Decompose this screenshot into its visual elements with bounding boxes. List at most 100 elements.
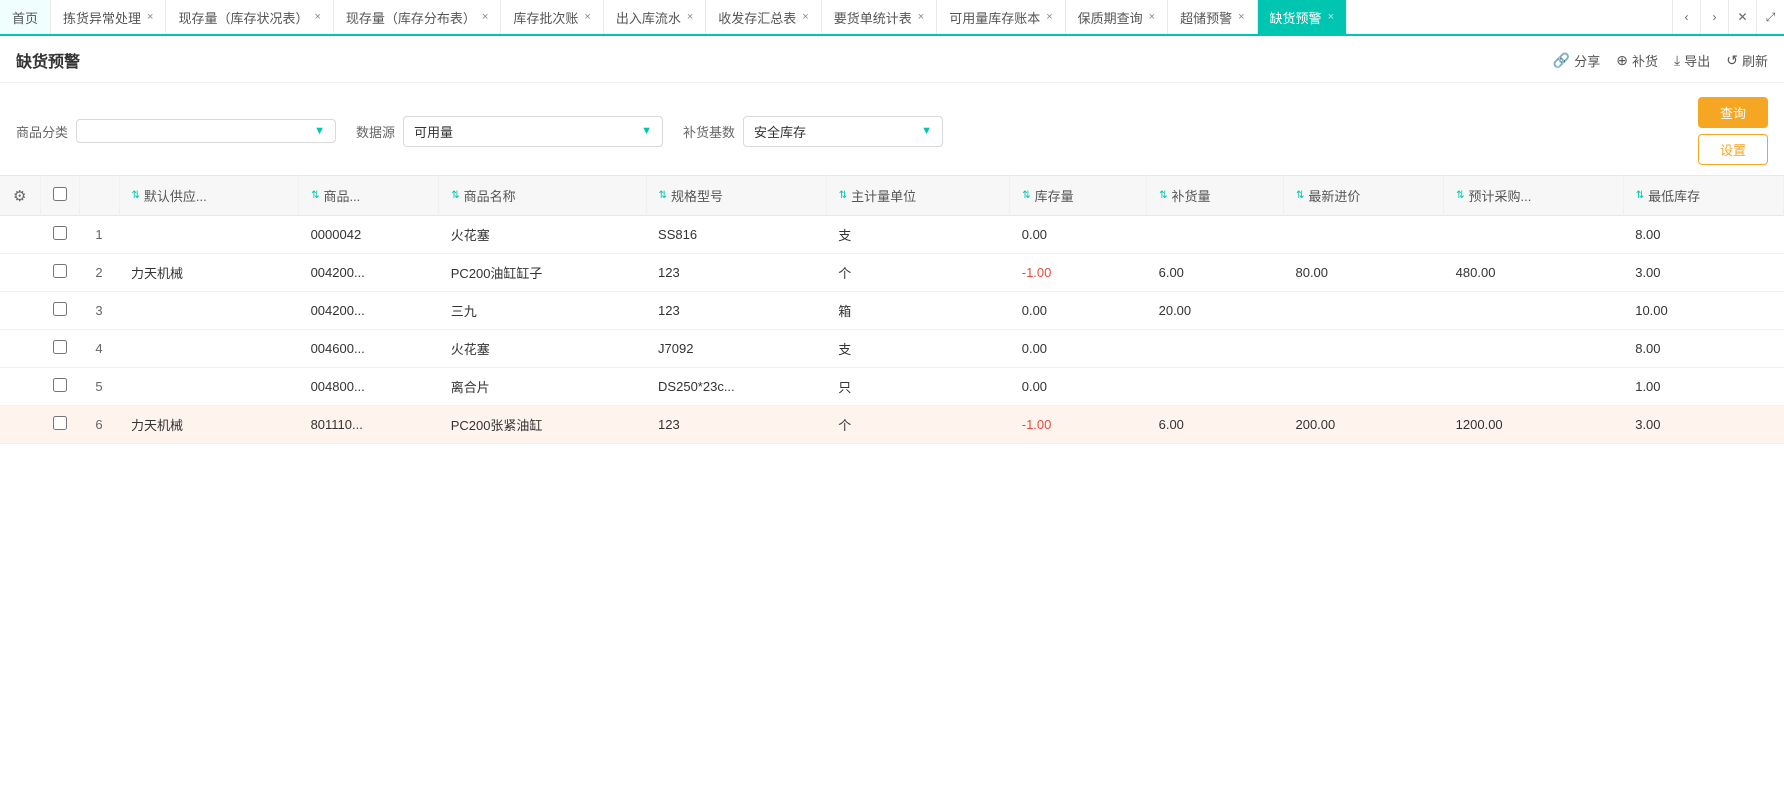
row-latest-price xyxy=(1283,368,1443,406)
tab-close-receive-summary[interactable]: × xyxy=(802,11,808,23)
tab-close-inventory-dist[interactable]: × xyxy=(482,11,488,23)
row-product-name: 三九 xyxy=(439,292,646,330)
row-number: 3 xyxy=(79,292,119,330)
replenish-basis-dropdown-icon: ▼ xyxy=(921,125,932,137)
tab-close-inout-flow[interactable]: × xyxy=(687,11,693,23)
row-gear-cell xyxy=(0,330,40,368)
row-latest-price xyxy=(1283,216,1443,254)
sort-icon-product-name: ⇅ xyxy=(451,190,459,201)
table-row: 1 0000042 火花塞 SS816 支 0.00 8.00 xyxy=(0,216,1784,254)
row-checkbox-4[interactable] xyxy=(53,378,67,392)
row-supplier: 力天机械 xyxy=(119,406,299,444)
tab-overstock[interactable]: 超储预警 × xyxy=(1168,0,1257,35)
row-min-stock: 3.00 xyxy=(1623,254,1783,292)
query-button[interactable]: 查询 xyxy=(1698,97,1768,128)
tab-close-stockout[interactable]: × xyxy=(1328,11,1334,23)
tab-close-batch-account[interactable]: × xyxy=(584,11,590,23)
page-content: 缺货预警 🔗 分享 ⊕ 补货 ⤓ 导出 ↺ 刷新 商品分类 xyxy=(0,36,1784,796)
sort-icon-stock: ⇅ xyxy=(1022,190,1030,201)
header-actions: 🔗 分享 ⊕ 补货 ⤓ 导出 ↺ 刷新 xyxy=(1553,51,1768,70)
replenish-basis-select[interactable]: 安全库存 ▼ xyxy=(743,116,943,147)
row-checkbox-2[interactable] xyxy=(53,302,67,316)
row-checkbox-0[interactable] xyxy=(53,226,67,240)
sort-icon-product-code: ⇅ xyxy=(311,190,319,201)
tab-close-order-stats[interactable]: × xyxy=(918,11,924,23)
row-supplier: 力天机械 xyxy=(119,254,299,292)
row-checkbox-5[interactable] xyxy=(53,416,67,430)
refresh-button[interactable]: ↺ 刷新 xyxy=(1726,51,1768,70)
row-gear-cell xyxy=(0,292,40,330)
row-checkbox-cell xyxy=(40,254,79,292)
row-unit: 支 xyxy=(826,216,1009,254)
page-header: 缺货预警 🔗 分享 ⊕ 补货 ⤓ 导出 ↺ 刷新 xyxy=(0,36,1784,83)
datasource-label: 数据源 xyxy=(356,122,395,141)
replenish-button[interactable]: ⊕ 补货 xyxy=(1616,51,1658,70)
tab-close-all-btn[interactable]: ✕ xyxy=(1728,0,1756,35)
sort-icon-est-purchase: ⇅ xyxy=(1456,190,1464,201)
tab-batch-account[interactable]: 库存批次账 × xyxy=(501,0,603,35)
row-product-code: 0000042 xyxy=(299,216,439,254)
th-default-supplier: ⇅ 默认供应... xyxy=(119,176,299,216)
tab-close-abnormal[interactable]: × xyxy=(147,11,153,23)
row-checkbox-3[interactable] xyxy=(53,340,67,354)
category-label: 商品分类 xyxy=(16,122,68,141)
tab-available-ledger[interactable]: 可用量库存账本 × xyxy=(937,0,1065,35)
tab-prev-btn[interactable]: ‹ xyxy=(1672,0,1700,35)
filter-actions: 查询 设置 xyxy=(1698,97,1768,165)
tab-stockout[interactable]: 缺货预警 × xyxy=(1258,0,1347,35)
tab-inventory-status[interactable]: 现存量（库存状况表） × xyxy=(166,0,333,35)
tab-expiry-query[interactable]: 保质期查询 × xyxy=(1066,0,1168,35)
tab-inventory-dist[interactable]: 现存量（库存分布表） × xyxy=(334,0,501,35)
row-checkbox-cell xyxy=(40,216,79,254)
tab-close-available-ledger[interactable]: × xyxy=(1046,11,1052,23)
row-gear-cell xyxy=(0,406,40,444)
settings-button[interactable]: 设置 xyxy=(1698,134,1768,165)
th-rownum xyxy=(79,176,119,216)
row-est-purchase xyxy=(1444,292,1624,330)
row-min-stock: 1.00 xyxy=(1623,368,1783,406)
tab-close-inventory-status[interactable]: × xyxy=(314,11,320,23)
row-latest-price xyxy=(1283,330,1443,368)
row-unit: 只 xyxy=(826,368,1009,406)
tab-abnormal[interactable]: 拣货异常处理 × xyxy=(51,0,166,35)
row-checkbox-1[interactable] xyxy=(53,264,67,278)
tab-home[interactable]: 首页 xyxy=(0,0,51,35)
row-spec: 123 xyxy=(646,406,826,444)
row-spec: 123 xyxy=(646,254,826,292)
row-spec: 123 xyxy=(646,292,826,330)
table-row: 3 004200... 三九 123 箱 0.00 20.00 10.00 xyxy=(0,292,1784,330)
tab-close-overstock[interactable]: × xyxy=(1238,11,1244,23)
row-min-stock: 8.00 xyxy=(1623,330,1783,368)
row-est-purchase xyxy=(1444,216,1624,254)
gear-settings-icon[interactable]: ⚙ xyxy=(12,187,28,205)
category-select[interactable]: ▼ xyxy=(76,119,336,143)
tab-inout-flow[interactable]: 出入库流水 × xyxy=(604,0,706,35)
tab-order-stats[interactable]: 要货单统计表 × xyxy=(822,0,937,35)
datasource-select[interactable]: 可用量 ▼ xyxy=(403,116,663,147)
share-button[interactable]: 🔗 分享 xyxy=(1553,51,1600,70)
th-replenish-qty: ⇅ 补货量 xyxy=(1147,176,1284,216)
row-product-name: 离合片 xyxy=(439,368,646,406)
row-stock: 0.00 xyxy=(1010,292,1147,330)
row-replenish-qty xyxy=(1147,368,1284,406)
sort-icon-min-stock: ⇅ xyxy=(1636,190,1644,201)
table-row: 5 004800... 离合片 DS250*23c... 只 0.00 1.00 xyxy=(0,368,1784,406)
tab-close-expiry-query[interactable]: × xyxy=(1149,11,1155,23)
th-product-code: ⇅ 商品... xyxy=(299,176,439,216)
th-est-purchase: ⇅ 预计采购... xyxy=(1444,176,1624,216)
export-button[interactable]: ⤓ 导出 xyxy=(1674,51,1710,70)
table-header-row: ⚙ ⇅ 默认供应... ⇅ 商 xyxy=(0,176,1784,216)
row-latest-price xyxy=(1283,292,1443,330)
tab-expand-btn[interactable]: ⤢ xyxy=(1756,0,1784,35)
row-product-code: 004200... xyxy=(299,292,439,330)
data-table: ⚙ ⇅ 默认供应... ⇅ 商 xyxy=(0,175,1784,444)
tab-receive-summary[interactable]: 收发存汇总表 × xyxy=(706,0,821,35)
row-latest-price: 200.00 xyxy=(1283,406,1443,444)
th-checkbox xyxy=(40,176,79,216)
tab-next-btn[interactable]: › xyxy=(1700,0,1728,35)
table-row: 6 力天机械 801110... PC200张紧油缸 123 个 -1.00 6… xyxy=(0,406,1784,444)
select-all-checkbox[interactable] xyxy=(53,187,67,201)
th-gear: ⚙ xyxy=(0,176,40,216)
table-row: 2 力天机械 004200... PC200油缸缸子 123 个 -1.00 6… xyxy=(0,254,1784,292)
row-unit: 支 xyxy=(826,330,1009,368)
